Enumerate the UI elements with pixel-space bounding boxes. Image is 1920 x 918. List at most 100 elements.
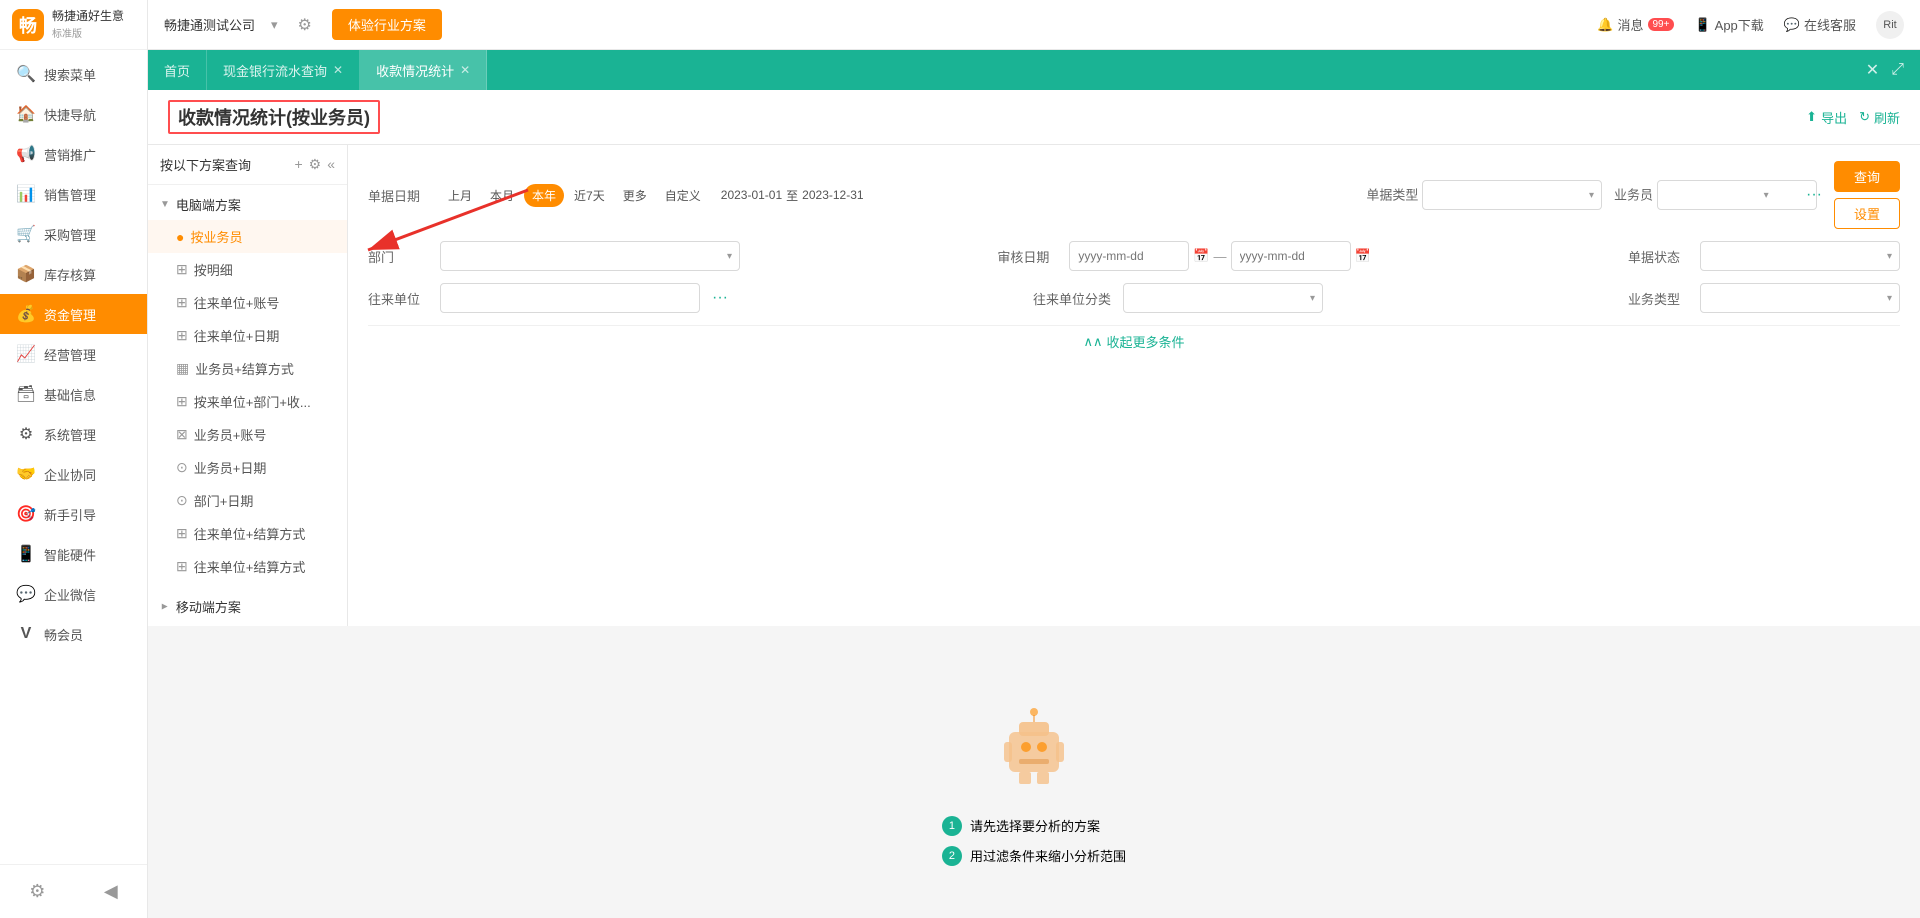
scheme-settings-btn[interactable]: ⚙ [309, 156, 322, 173]
sidebar-item-enterprise[interactable]: 🤝 企业协同 [0, 454, 147, 494]
page-title-bar: 收款情况统计(按业务员) ⬆ 导出 ↻ 刷新 [148, 90, 1920, 145]
app-download-btn[interactable]: 📱 App下载 [1694, 15, 1763, 34]
tab-collection-stat-close[interactable]: ✕ [460, 63, 470, 77]
enterprise-icon: 🤝 [16, 464, 36, 484]
sidebar-item-member[interactable]: V 畅会员 [0, 614, 147, 654]
sidebar-item-operation[interactable]: 📈 经营管理 [0, 334, 147, 374]
date-tab-this-year[interactable]: 本年 [524, 184, 564, 207]
notification-label: 消息 [1617, 15, 1643, 34]
window-maximize-btn[interactable]: ⤢ [1891, 61, 1904, 79]
user-avatar[interactable]: Rit [1876, 11, 1904, 39]
sidebar-item-wechat[interactable]: 💬 企业微信 [0, 574, 147, 614]
guide-icon: 🎯 [16, 504, 36, 524]
sidebar-item-inventory[interactable]: 📦 库存核算 [0, 254, 147, 294]
content-body: 按以下方案查询 + ⚙ « ▼ 电脑端方案 [148, 145, 1920, 918]
sidebar-item-guide[interactable]: 🎯 新手引导 [0, 494, 147, 534]
date-separator: 至 [786, 187, 798, 204]
sidebar-item-search-menu[interactable]: 🔍 搜索菜单 [0, 54, 147, 94]
setting-btn[interactable]: 设置 [1834, 198, 1900, 229]
scheme-collapse-btn[interactable]: « [327, 156, 335, 173]
scheme-item-by-detail[interactable]: ⊞ 按明细 [148, 253, 347, 286]
tab-bank-flow-label: 现金银行流水查询 [223, 61, 327, 80]
window-close-btn[interactable]: ✕ [1866, 60, 1879, 80]
scheme-item-partner-settlement2[interactable]: ⊞ 往来单位+结算方式 [148, 550, 347, 583]
scheme-item-partner-settlement1[interactable]: ⊞ 往来单位+结算方式 [148, 517, 347, 550]
scheme-item-salesperson-date[interactable]: ⊙ 业务员+日期 [148, 451, 347, 484]
refresh-btn[interactable]: ↻ 刷新 [1859, 108, 1900, 127]
notification-icon: 🔔 [1597, 17, 1613, 33]
review-date-to[interactable] [1231, 241, 1351, 271]
scheme-item-by-salesperson[interactable]: ● 按业务员 [148, 220, 347, 253]
scheme-dept-date-icon: ⊙ [176, 492, 188, 509]
scheme-item-partner-date[interactable]: ⊞ 往来单位+日期 [148, 319, 347, 352]
mobile-scheme-header[interactable]: ▼ 移动端方案 [148, 591, 347, 622]
step-1-num: 1 [942, 816, 962, 836]
sidebar-collapse-btn[interactable]: ◀‍ [96, 873, 126, 910]
desktop-scheme-label: 电脑端方案 [176, 195, 241, 214]
scheme-salesperson-date-icon: ⊙ [176, 459, 188, 476]
sidebar-item-basic[interactable]: 🗃 基础信息 [0, 374, 147, 414]
online-service-btn[interactable]: 💬 在线客服 [1784, 15, 1856, 34]
export-btn[interactable]: ⬆ 导出 [1806, 108, 1847, 127]
partner-more-btn[interactable]: ··· [712, 289, 728, 307]
sidebar-item-marketing[interactable]: 📢 营销推广 [0, 134, 147, 174]
date-tab-more[interactable]: 更多 [615, 184, 655, 207]
sidebar-label-guide: 新手引导 [44, 505, 96, 524]
sidebar-label-operation: 经营管理 [44, 345, 96, 364]
doc-status-label: 单据状态 [1628, 247, 1688, 266]
sidebar-item-quick-nav[interactable]: 🏠 快捷导航 [0, 94, 147, 134]
partner-category-select[interactable] [1123, 283, 1323, 313]
step-1-text: 请先选择要分析的方案 [970, 816, 1100, 835]
scheme-item-salesperson-settlement[interactable]: ▦ 业务员+结算方式 [148, 352, 347, 385]
review-date-from[interactable] [1069, 241, 1189, 271]
add-scheme-btn[interactable]: + [294, 156, 302, 173]
sidebar-item-sales[interactable]: 📊 销售管理 [0, 174, 147, 214]
doc-status-select-wrap: ▾ [1700, 241, 1900, 271]
sidebar-settings-btn[interactable]: ⚙ [21, 873, 53, 910]
doc-type-select[interactable] [1422, 180, 1602, 210]
tab-home[interactable]: 首页 [148, 50, 207, 90]
trial-industry-btn[interactable]: 体验行业方案 [332, 9, 442, 40]
sidebar-item-finance[interactable]: 💰 资金管理 [0, 294, 147, 334]
desktop-scheme-header[interactable]: ▼ 电脑端方案 [148, 189, 347, 220]
basic-icon: 🗃 [16, 384, 36, 404]
export-label: 导出 [1821, 108, 1847, 127]
header-gear-btn[interactable]: ⚙ [294, 11, 316, 39]
dept-select[interactable] [440, 241, 740, 271]
filter-rows-wrapper: 按以下方案查询 + ⚙ « ▼ 电脑端方案 [148, 145, 1920, 626]
query-btn[interactable]: 查询 [1834, 161, 1900, 192]
biz-type-select[interactable] [1700, 283, 1900, 313]
page-title: 收款情况统计(按业务员) [168, 100, 380, 134]
company-dropdown-icon[interactable]: ▾ [271, 17, 278, 33]
partner-select[interactable] [440, 283, 700, 313]
notification-badge: 99+ [1648, 18, 1675, 31]
salesperson-select[interactable] [1657, 180, 1817, 210]
user-name: Rit [1883, 19, 1896, 31]
sidebar-item-hardware[interactable]: 📱 智能硬件 [0, 534, 147, 574]
collapse-more-btn[interactable]: ∧∧ 收起更多条件 [368, 325, 1900, 357]
date-tab-7days[interactable]: 近7天 [566, 184, 613, 207]
sidebar-item-system[interactable]: ⚙ 系统管理 [0, 414, 147, 454]
tab-bank-flow[interactable]: 现金银行流水查询 ✕ [207, 50, 360, 90]
empty-tip-step-1: 1 请先选择要分析的方案 [942, 816, 1126, 836]
scheme-item-salesperson-account[interactable]: ⊠ 业务员+账号 [148, 418, 347, 451]
date-tab-last-month[interactable]: 上月 [440, 184, 480, 207]
scheme-partner-dept-label: 按来单位+部门+收... [194, 392, 311, 411]
scheme-partner-account-icon: ⊞ [176, 294, 188, 311]
app-download-icon: 📱 [1694, 17, 1710, 33]
date-tab-custom[interactable]: 自定义 [657, 184, 709, 207]
tab-home-label: 首页 [164, 61, 190, 80]
scheme-item-partner-account[interactable]: ⊞ 往来单位+账号 [148, 286, 347, 319]
scheme-item-dept-date[interactable]: ⊙ 部门+日期 [148, 484, 347, 517]
tab-collection-stat[interactable]: 收款情况统计 ✕ [360, 50, 487, 90]
scheme-item-partner-dept[interactable]: ⊞ 按来单位+部门+收... [148, 385, 347, 418]
filter-area: 按以下方案查询 + ⚙ « ▼ 电脑端方案 [148, 145, 1920, 626]
dept-select-wrap: ▾ [440, 241, 740, 271]
tab-bank-flow-close[interactable]: ✕ [333, 63, 343, 77]
date-tab-this-month[interactable]: 本月 [482, 184, 522, 207]
notification-btn[interactable]: 🔔 消息 99+ [1597, 15, 1674, 34]
sidebar-item-purchase[interactable]: 🛒 采购管理 [0, 214, 147, 254]
doc-status-select[interactable] [1700, 241, 1900, 271]
date-range-display: 2023-01-01 至 2023-12-31 [721, 187, 864, 204]
mobile-scheme-group: ▼ 移动端方案 [148, 587, 347, 626]
